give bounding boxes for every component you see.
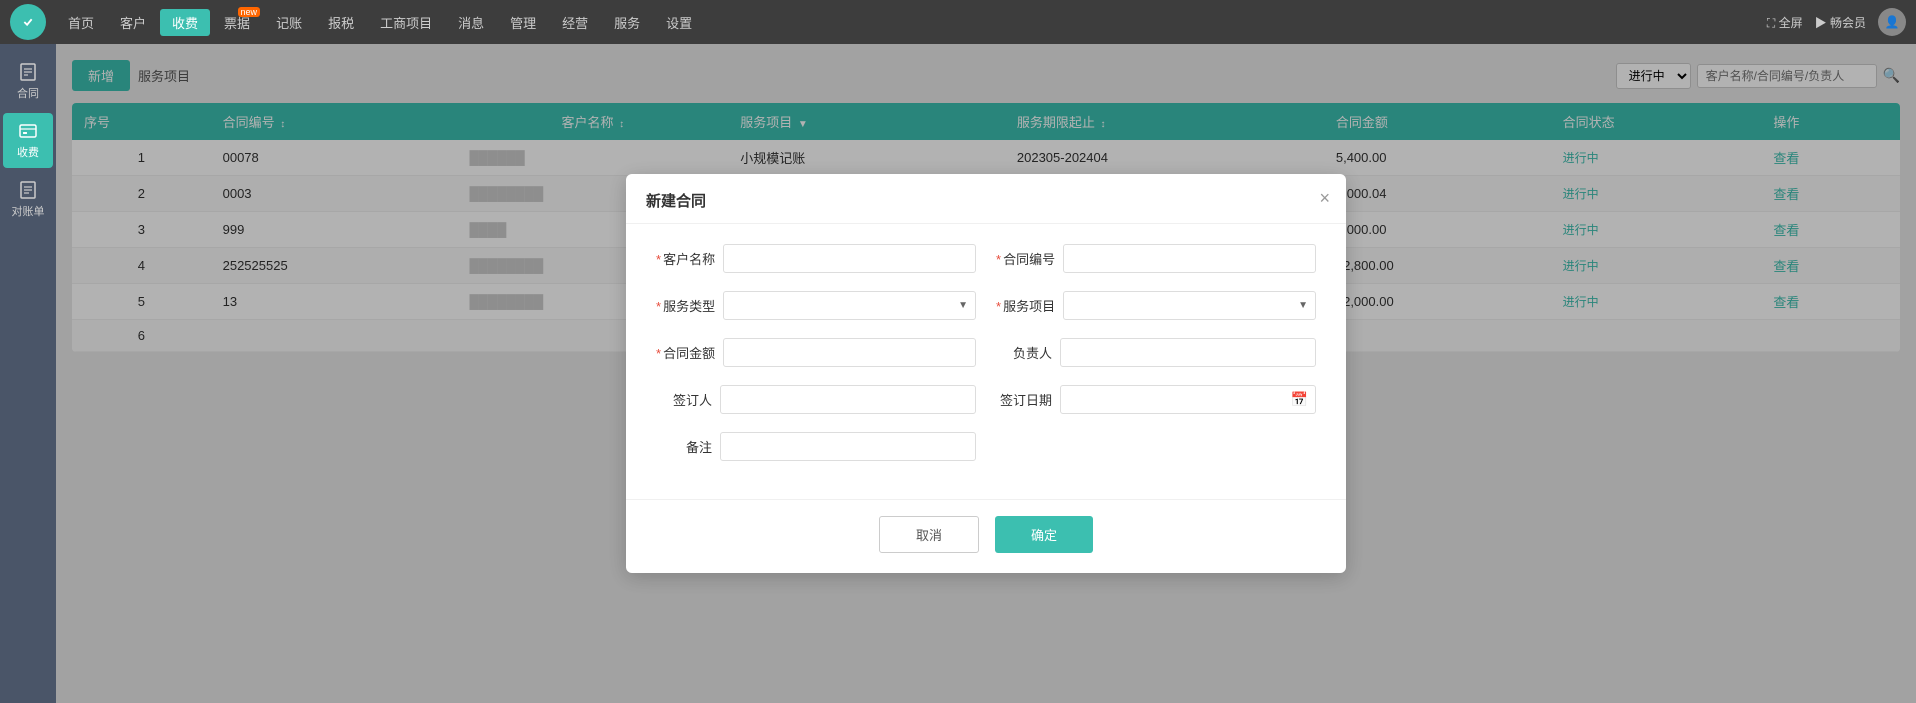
responsible-label: 负责人 [996, 343, 1052, 362]
service-item-label: *服务项目 [996, 296, 1055, 315]
nav-operation[interactable]: 经营 [550, 9, 600, 36]
service-item-select[interactable] [1063, 291, 1316, 320]
service-type-select-wrapper: ▼ [723, 291, 976, 320]
form-group-customer: *客户名称 [656, 244, 976, 273]
responsible-input[interactable] [1060, 338, 1316, 367]
main-layout: 合同 收费 对账单 [0, 44, 1916, 703]
form-row-5: 备注 [656, 432, 1316, 461]
sidebar-item-contract[interactable]: 合同 [3, 54, 53, 109]
confirm-button[interactable]: 确定 [995, 516, 1093, 553]
modal-title: 新建合同 [626, 174, 1346, 224]
modal-overlay: 新建合同 × *客户名称 *合同编号 [56, 44, 1916, 703]
customer-name-input[interactable] [723, 244, 976, 273]
cancel-button[interactable]: 取消 [879, 516, 979, 553]
remark-label: 备注 [656, 437, 712, 456]
nav-right-area: ⛶ 全屏 ▶ 畅会员 👤 [1767, 8, 1906, 36]
form-group-service-type: *服务类型 ▼ [656, 291, 976, 320]
contract-icon [18, 62, 38, 82]
customer-label: *客户名称 [656, 249, 715, 268]
nav-service[interactable]: 服务 [602, 9, 652, 36]
remark-input[interactable] [720, 432, 976, 461]
top-navigation: 首页 客户 收费 票据new 记账 报税 工商项目 消息 管理 经营 服务 设置… [0, 0, 1916, 44]
form-row-1: *客户名称 *合同编号 [656, 244, 1316, 273]
nav-menu: 首页 客户 收费 票据new 记账 报税 工商项目 消息 管理 经营 服务 设置 [56, 9, 1767, 36]
form-group-contract-no: *合同编号 [996, 244, 1316, 273]
fullscreen-btn[interactable]: ⛶ 全屏 [1767, 14, 1803, 31]
service-item-select-wrapper: ▼ [1063, 291, 1316, 320]
form-group-responsible: 负责人 [996, 338, 1316, 367]
service-type-label: *服务类型 [656, 296, 715, 315]
form-group-remark: 备注 [656, 432, 976, 461]
nav-invoice[interactable]: 票据new [212, 9, 262, 36]
form-row-2: *服务类型 ▼ *服务项目 [656, 291, 1316, 320]
sidebar-item-fee[interactable]: 收费 [3, 113, 53, 168]
nav-fee[interactable]: 收费 [160, 9, 210, 36]
nav-message[interactable]: 消息 [446, 9, 496, 36]
statement-icon [18, 180, 38, 200]
nav-tax[interactable]: 报税 [316, 9, 366, 36]
form-group-service-item: *服务项目 ▼ [996, 291, 1316, 320]
fee-icon [18, 121, 38, 141]
contract-amount-input[interactable]: 0.00 [723, 338, 976, 367]
form-group-sign-date: 签订日期 2023-06-06 📅 [996, 385, 1316, 414]
form-row-3: *合同金额 0.00 负责人 [656, 338, 1316, 367]
main-content: 新增 服务项目 进行中 已完成 已取消 🔍 序号 合同编号 ↕ 客户名 [56, 44, 1916, 703]
nav-settings[interactable]: 设置 [654, 9, 704, 36]
modal-body: *客户名称 *合同编号 [626, 224, 1346, 499]
sign-date-wrapper: 2023-06-06 📅 [1060, 385, 1316, 414]
new-contract-modal: 新建合同 × *客户名称 *合同编号 [626, 174, 1346, 573]
sign-date-input[interactable]: 2023-06-06 [1060, 385, 1316, 414]
new-badge: new [238, 7, 261, 17]
sidebar-item-statement[interactable]: 对账单 [3, 172, 53, 227]
nav-customer[interactable]: 客户 [108, 9, 158, 36]
signer-label: 签订人 [656, 390, 712, 409]
form-group-signer: 签订人 [656, 385, 976, 414]
nav-bookkeeping[interactable]: 记账 [264, 9, 314, 36]
signer-input[interactable] [720, 385, 976, 414]
modal-footer: 取消 确定 [626, 499, 1346, 573]
contract-no-input[interactable] [1063, 244, 1316, 273]
amount-label: *合同金额 [656, 343, 715, 362]
sign-date-label: 签订日期 [996, 390, 1052, 409]
modal-close-button[interactable]: × [1319, 188, 1330, 209]
service-type-select[interactable] [723, 291, 976, 320]
nav-industry[interactable]: 工商项目 [368, 9, 444, 36]
contract-no-label: *合同编号 [996, 249, 1055, 268]
vip-btn[interactable]: ▶ 畅会员 [1815, 14, 1866, 31]
nav-home[interactable]: 首页 [56, 9, 106, 36]
form-row-4: 签订人 签订日期 2023-06-06 📅 [656, 385, 1316, 414]
nav-manage[interactable]: 管理 [498, 9, 548, 36]
form-group-amount: *合同金额 0.00 [656, 338, 976, 367]
app-logo [10, 4, 46, 40]
user-avatar[interactable]: 👤 [1878, 8, 1906, 36]
sidebar: 合同 收费 对账单 [0, 44, 56, 703]
